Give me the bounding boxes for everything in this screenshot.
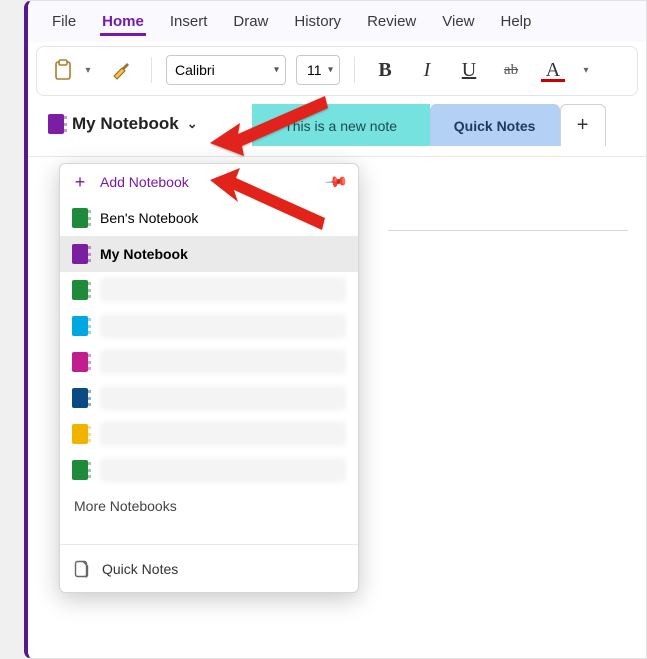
menu-draw[interactable]: Draw [231,9,270,36]
separator [354,57,355,83]
notebook-item[interactable]: My Notebook [60,236,358,272]
format-painter-button[interactable] [105,55,137,85]
notebook-icon [72,316,88,336]
chevron-down-icon: ▾ [328,65,333,76]
section-tab-quick-notes[interactable]: Quick Notes [430,104,560,146]
notebook-item[interactable] [60,344,358,380]
font-family-value: Calibri [175,62,215,78]
add-notebook-label: Add Notebook [100,174,189,190]
notebook-item[interactable] [60,308,358,344]
italic-button[interactable]: I [411,55,443,85]
separator [151,57,152,83]
quick-notes-label: Quick Notes [102,561,178,577]
notebook-label: My Notebook [100,246,188,262]
current-notebook-label: My Notebook [72,114,179,134]
notebook-icon [72,424,88,444]
notebook-label-redacted [100,422,346,446]
notebook-label-redacted [100,458,346,482]
notebook-icon [72,388,88,408]
menu-bar: File Home Insert Draw History Review Vie… [28,1,646,42]
paste-button[interactable] [47,55,79,85]
page-icon [74,560,90,578]
notebook-label-redacted [100,386,346,410]
notebook-label: Ben's Notebook [100,210,198,226]
add-notebook-item[interactable]: + Add Notebook 📌 [60,164,358,200]
notebook-dropdown: + Add Notebook 📌 Ben's Notebook My Notebo… [59,163,359,593]
notebook-selector-button[interactable]: My Notebook ⌄ [28,102,212,146]
font-color-button[interactable]: A [537,55,569,85]
page-tab-current[interactable]: This is a new note [252,104,430,146]
notebook-item[interactable] [60,272,358,308]
font-size-value: 11 [307,62,322,78]
bold-button[interactable]: B [369,55,401,85]
clipboard-icon [53,59,73,81]
add-tab-button[interactable]: + [560,104,606,146]
chevron-down-icon: ▾ [274,65,279,76]
notebook-icon [72,460,88,480]
notebook-label-redacted [100,314,346,338]
strikethrough-button[interactable]: ab [495,55,527,85]
notebook-icon [48,114,64,134]
chevron-down-icon[interactable]: ▾ [579,65,593,76]
menu-view[interactable]: View [440,9,476,36]
notebook-item[interactable] [60,452,358,488]
notebook-label-redacted [100,350,346,374]
page-tab-label: This is a new note [284,118,397,134]
chevron-down-icon[interactable]: ▾ [81,65,95,76]
menu-review[interactable]: Review [365,9,418,36]
menu-home[interactable]: Home [100,9,146,36]
notebook-list: Ben's Notebook My Notebook [60,200,358,488]
plus-icon: + [577,114,589,137]
menu-insert[interactable]: Insert [168,9,210,36]
menu-help[interactable]: Help [499,9,534,36]
menu-history[interactable]: History [292,9,343,36]
font-size-select[interactable]: 11 ▾ [296,55,340,85]
notebook-icon [72,244,88,264]
notebook-item[interactable] [60,380,358,416]
font-color-swatch [541,79,565,82]
notebook-label-redacted [100,278,346,302]
pin-icon[interactable]: 📌 [324,169,350,195]
quick-notes-item[interactable]: Quick Notes [60,544,358,592]
ribbon-toolbar: ▾ Calibri ▾ 11 ▾ B I U ab A ▾ [36,46,638,96]
tab-strip: My Notebook ⌄ This is a new note Quick N… [28,102,646,146]
chevron-down-icon: ⌄ [187,116,198,132]
notebook-icon [72,280,88,300]
paintbrush-icon [110,59,132,81]
section-tab-label: Quick Notes [454,118,536,134]
more-notebooks-item[interactable]: More Notebooks [60,488,358,514]
underline-button[interactable]: U [453,55,485,85]
notebook-item[interactable]: Ben's Notebook [60,200,358,236]
notebook-item[interactable] [60,416,358,452]
plus-icon: + [72,172,88,193]
font-family-select[interactable]: Calibri ▾ [166,55,286,85]
page-title-input[interactable] [388,185,628,231]
notebook-icon [72,352,88,372]
menu-file[interactable]: File [50,9,78,36]
notebook-icon [72,208,88,228]
